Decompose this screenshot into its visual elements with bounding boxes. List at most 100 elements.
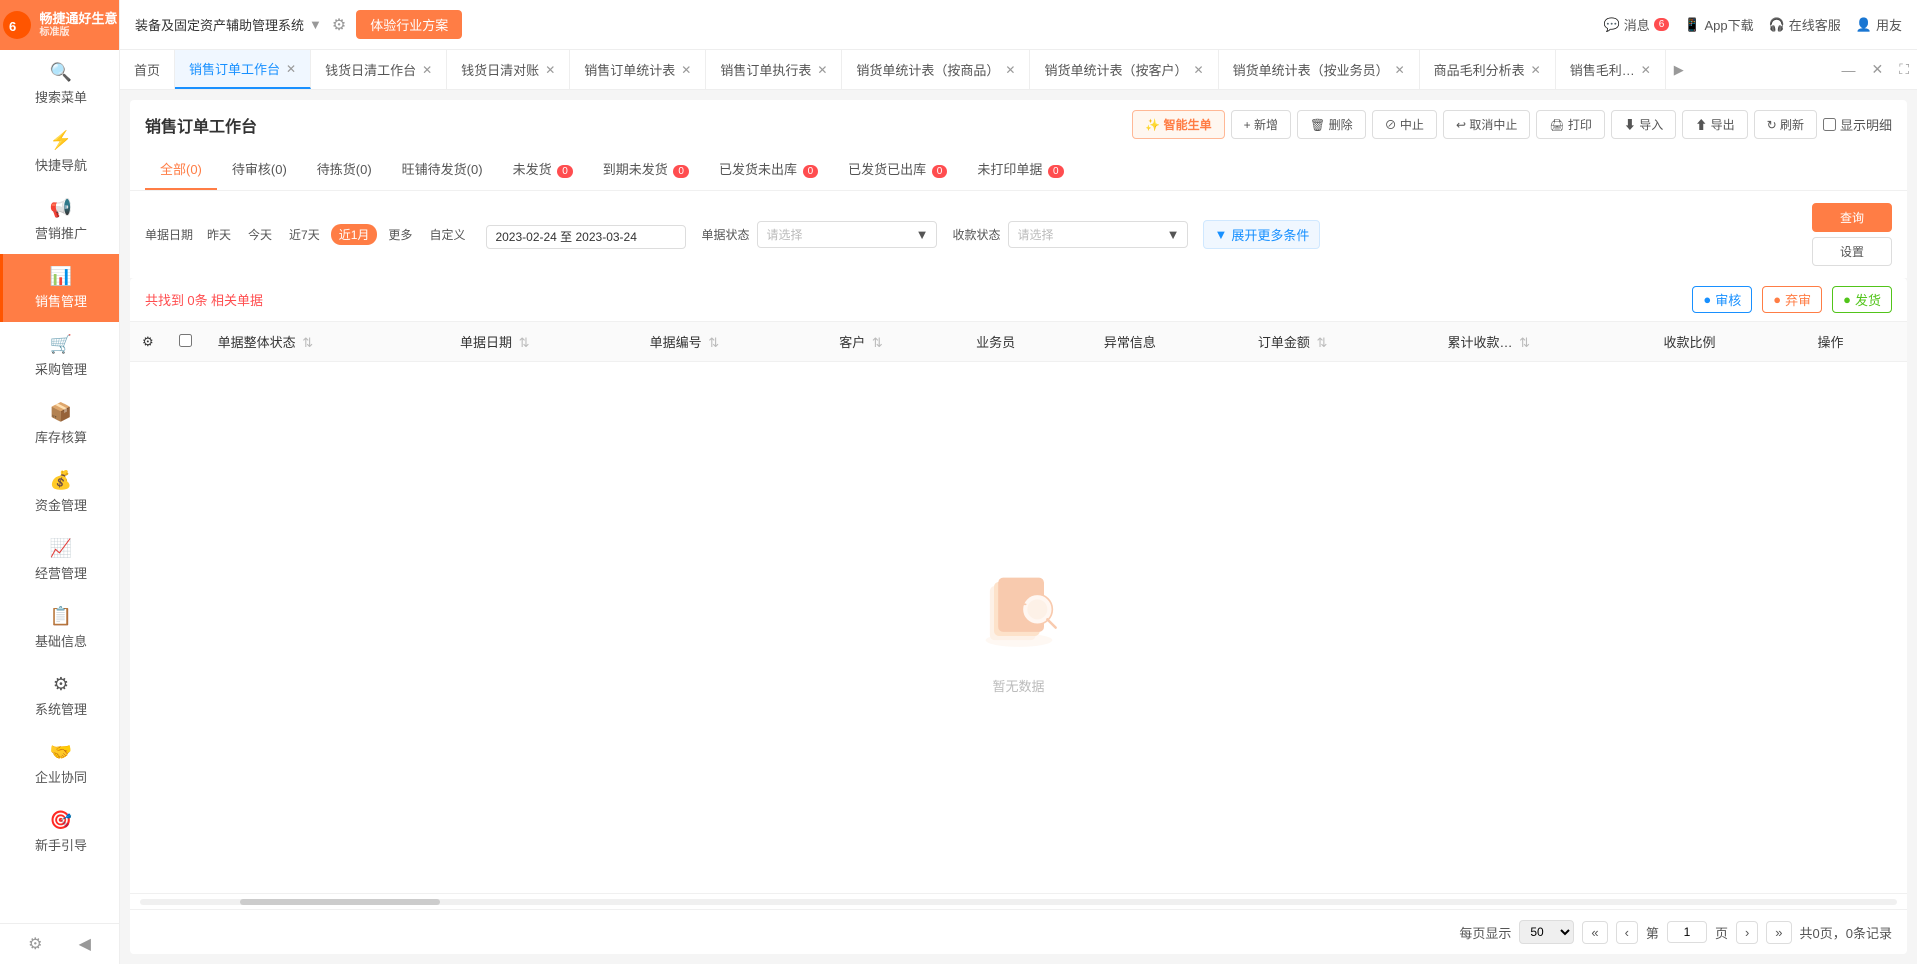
- tab-close-icon[interactable]: ✕: [817, 63, 827, 77]
- filter-tab-pending-pick[interactable]: 待拣货(0): [302, 149, 387, 190]
- date-btn-7days[interactable]: 近7天: [283, 224, 326, 245]
- message-btn[interactable]: 💬 消息 6: [1604, 15, 1670, 34]
- import-btn[interactable]: ⬇ 导入: [1611, 110, 1676, 139]
- stop-btn[interactable]: ⊘ 中止: [1372, 110, 1437, 139]
- sidebar-item-sales[interactable]: 📊 销售管理: [0, 254, 119, 322]
- last-page-btn[interactable]: »: [1766, 921, 1791, 944]
- tab-close-icon[interactable]: ✕: [1005, 63, 1015, 77]
- tab-sales-customer[interactable]: 销货单统计表（按客户） ✕: [1030, 50, 1218, 89]
- filter-tab-unprinted[interactable]: 未打印单据 0: [962, 149, 1078, 190]
- tab-cash-daily[interactable]: 钱货日清工作台 ✕: [311, 50, 447, 89]
- filter-tab-shipped-out[interactable]: 已发货已出库 0: [833, 149, 962, 190]
- filter-tab-overdue-ship[interactable]: 到期未发货 0: [588, 149, 704, 190]
- sidebar-collapse-btn[interactable]: ◀: [79, 934, 91, 954]
- tab-close-icon[interactable]: ✕: [1395, 63, 1405, 77]
- sidebar-item-purchase[interactable]: 🛒 采购管理: [0, 322, 119, 390]
- first-page-btn[interactable]: «: [1582, 921, 1607, 944]
- tab-gross-margin[interactable]: 商品毛利分析表 ✕: [1420, 50, 1556, 89]
- select-all-checkbox[interactable]: [179, 334, 192, 347]
- sidebar-item-inventory[interactable]: 📦 库存核算: [0, 390, 119, 458]
- col-salesperson[interactable]: 业务员: [964, 322, 1092, 362]
- smart-order-btn[interactable]: ✨ 智能生单: [1132, 110, 1224, 139]
- tab-close-icon[interactable]: ✕: [286, 62, 296, 76]
- tab-home[interactable]: 首页: [120, 50, 175, 89]
- sidebar-item-collab[interactable]: 🤝 企业协同: [0, 730, 119, 798]
- topbar-settings-icon[interactable]: ⚙: [332, 15, 346, 35]
- col-abnormal[interactable]: 异常信息: [1092, 322, 1246, 362]
- show-detail-checkbox[interactable]: [1823, 118, 1836, 131]
- sidebar-item-guide[interactable]: 🎯 新手引导: [0, 798, 119, 866]
- industry-btn[interactable]: 体验行业方案: [356, 10, 462, 39]
- batch-cancel-btn[interactable]: ● 弃审: [1762, 286, 1822, 313]
- status-select[interactable]: 请选择 ▼: [757, 221, 937, 248]
- app-download-btn[interactable]: 📱 App下载: [1684, 15, 1753, 34]
- tab-sales-order-workbench[interactable]: 销售订单工作台 ✕: [175, 50, 311, 89]
- page-number-input[interactable]: [1667, 921, 1707, 943]
- page-size-select[interactable]: 10 20 50 100: [1519, 920, 1574, 944]
- col-settings[interactable]: ⚙: [130, 322, 166, 362]
- online-service-btn[interactable]: 🎧 在线客服: [1769, 15, 1841, 34]
- filter-tab-all[interactable]: 全部(0): [145, 149, 217, 190]
- delete-btn[interactable]: 🗑 删除: [1297, 110, 1366, 139]
- next-page-btn[interactable]: ›: [1736, 921, 1758, 944]
- filter-tab-unshipped[interactable]: 未发货 0: [498, 149, 588, 190]
- col-checkbox[interactable]: [166, 322, 206, 362]
- tab-sales-stats[interactable]: 销售订单统计表 ✕: [570, 50, 706, 89]
- sidebar-item-search[interactable]: 🔍 搜索菜单: [0, 50, 119, 118]
- sidebar-settings-btn[interactable]: ⚙: [28, 934, 42, 954]
- tab-close-icon[interactable]: ✕: [422, 63, 432, 77]
- tab-close-icon[interactable]: ✕: [545, 63, 555, 77]
- scroll-thumb[interactable]: [240, 899, 440, 905]
- filter-tab-shipped-not-out[interactable]: 已发货未出库 0: [704, 149, 833, 190]
- export-btn[interactable]: ⬆ 导出: [1682, 110, 1747, 139]
- sidebar-item-basicinfo[interactable]: 📋 基础信息: [0, 594, 119, 662]
- date-btn-custom[interactable]: 自定义: [423, 224, 471, 245]
- batch-ship-btn[interactable]: ● 发货: [1832, 286, 1892, 313]
- sidebar-item-quicknav[interactable]: ⚡ 快捷导航: [0, 118, 119, 186]
- sidebar-item-marketing[interactable]: 📢 营销推广: [0, 186, 119, 254]
- col-number[interactable]: 单据编号 ⇅: [638, 322, 828, 362]
- payment-select[interactable]: 请选择 ▼: [1008, 221, 1188, 248]
- col-date[interactable]: 单据日期 ⇅: [448, 322, 638, 362]
- cancel-stop-btn[interactable]: ↩ 取消中止: [1443, 110, 1530, 139]
- tab-close-all-btn[interactable]: ✕: [1863, 61, 1891, 78]
- query-btn[interactable]: 查询: [1812, 203, 1892, 232]
- tab-more-btn[interactable]: ▶: [1666, 50, 1692, 89]
- sidebar-item-finance[interactable]: 💰 资金管理: [0, 458, 119, 526]
- prev-page-btn[interactable]: ‹: [1616, 921, 1638, 944]
- tab-maximize-btn[interactable]: ⛶: [1891, 61, 1917, 78]
- refresh-btn[interactable]: ↻ 刷新: [1754, 110, 1817, 139]
- date-btn-1month[interactable]: 近1月: [331, 224, 378, 245]
- tab-sales-staff[interactable]: 销货单统计表（按业务员） ✕: [1219, 50, 1420, 89]
- print-btn[interactable]: 🖨 打印: [1536, 110, 1605, 139]
- tab-close-icon[interactable]: ✕: [1641, 63, 1651, 77]
- date-btn-more[interactable]: 更多: [382, 224, 418, 245]
- col-cumulative-payment[interactable]: 累计收款… ⇅: [1436, 322, 1652, 362]
- date-btn-today[interactable]: 今天: [242, 224, 278, 245]
- batch-approve-btn[interactable]: ● 审核: [1692, 286, 1752, 313]
- filter-tab-wangpu-ship[interactable]: 旺铺待发货(0): [387, 149, 498, 190]
- tab-close-icon[interactable]: ✕: [681, 63, 691, 77]
- tab-minimize-btn[interactable]: —: [1833, 62, 1863, 78]
- date-btn-yesterday[interactable]: 昨天: [201, 224, 237, 245]
- col-customer[interactable]: 客户 ⇅: [827, 322, 964, 362]
- expand-conditions-btn[interactable]: ▼ 展开更多条件: [1203, 220, 1320, 249]
- col-amount[interactable]: 订单金额 ⇅: [1246, 322, 1436, 362]
- col-overall-status[interactable]: 单据整体状态 ⇅: [206, 322, 448, 362]
- search-settings-btn[interactable]: 设置: [1812, 237, 1892, 266]
- tab-close-icon[interactable]: ✕: [1194, 63, 1204, 77]
- sidebar-item-system[interactable]: ⚙ 系统管理: [0, 662, 119, 730]
- tab-sales-margin[interactable]: 销售毛利… ✕: [1556, 50, 1666, 89]
- add-btn[interactable]: + 新增: [1231, 110, 1291, 139]
- filter-tab-pending-review[interactable]: 待审核(0): [217, 149, 302, 190]
- show-detail-label[interactable]: 显示明细: [1823, 115, 1892, 134]
- col-payment-ratio[interactable]: 收款比例: [1651, 322, 1805, 362]
- sidebar-item-operations[interactable]: 📈 经营管理: [0, 526, 119, 594]
- date-range-input[interactable]: [486, 225, 686, 249]
- tab-close-icon[interactable]: ✕: [1531, 63, 1541, 77]
- horizontal-scrollbar[interactable]: [130, 893, 1907, 909]
- tab-sales-product[interactable]: 销货单统计表（按商品） ✕: [842, 50, 1030, 89]
- user-btn[interactable]: 👤 用友: [1856, 15, 1902, 34]
- tab-cash-reconcile[interactable]: 钱货日清对账 ✕: [447, 50, 570, 89]
- tab-sales-exec[interactable]: 销售订单执行表 ✕: [706, 50, 842, 89]
